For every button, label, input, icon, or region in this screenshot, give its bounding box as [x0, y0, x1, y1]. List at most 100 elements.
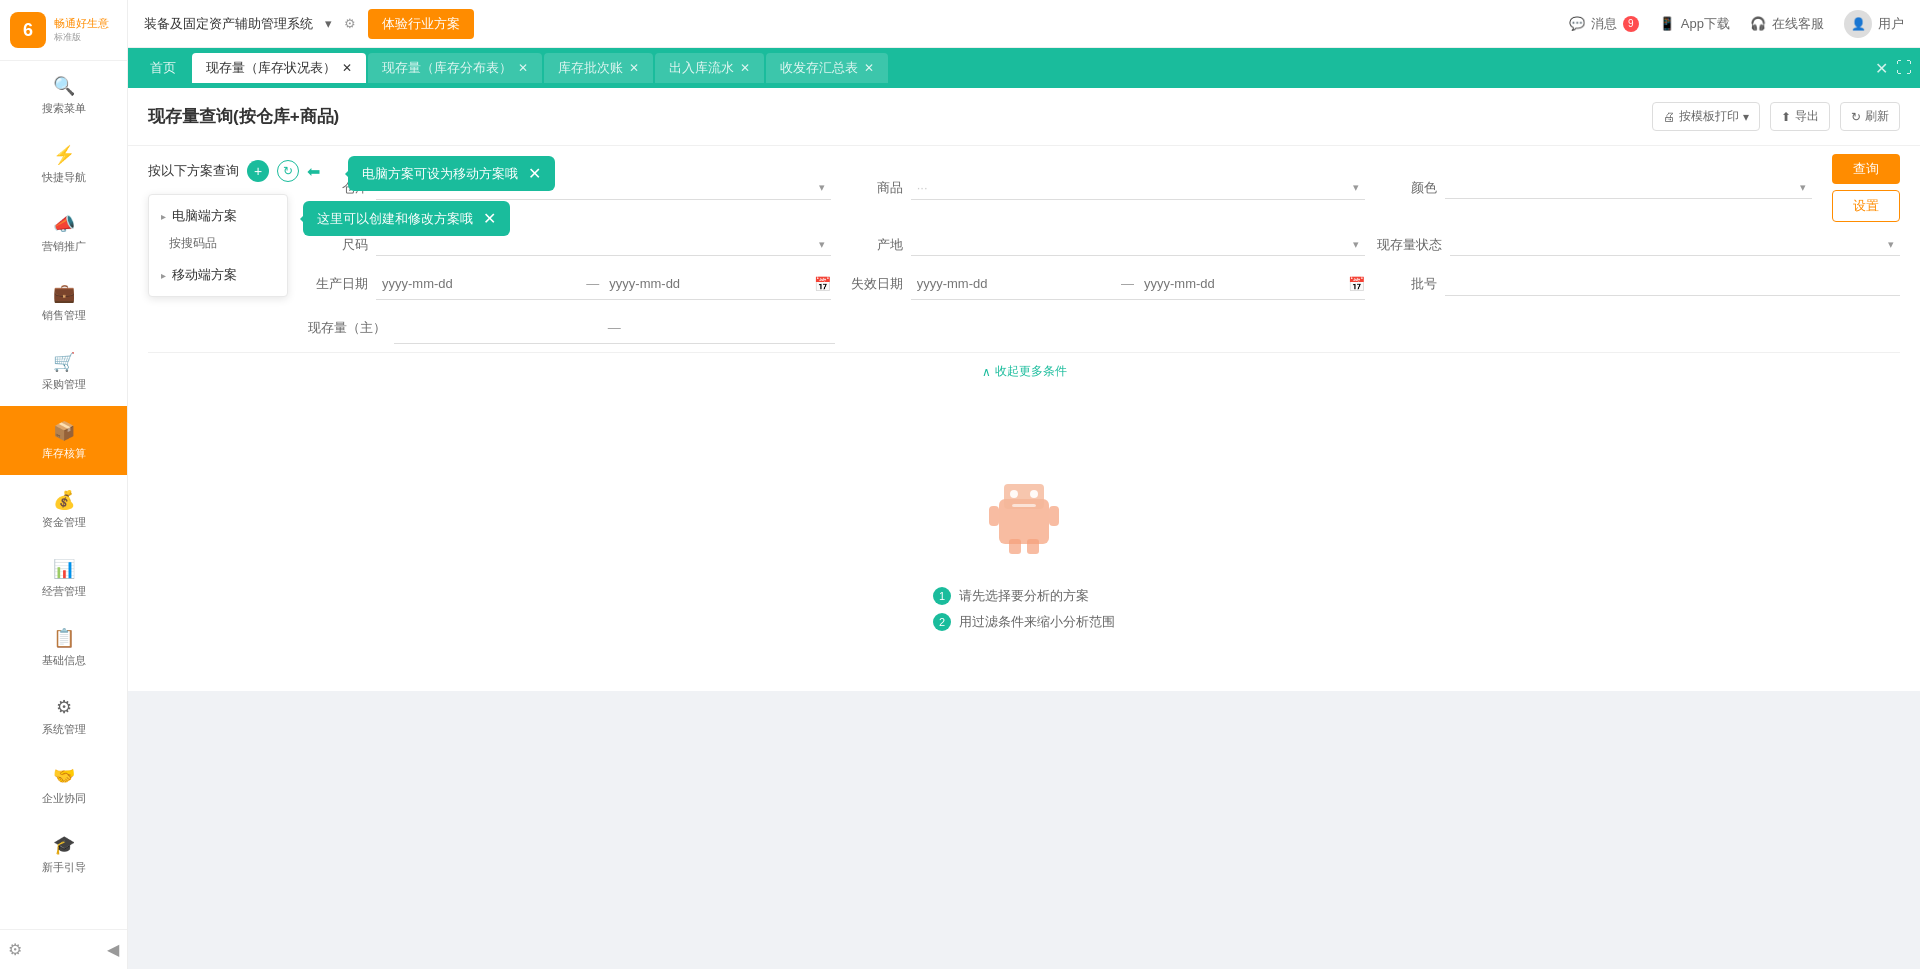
message-label: 消息	[1591, 15, 1617, 33]
nav-icon-0: 🔍	[53, 75, 75, 97]
batch-input[interactable]	[1445, 272, 1900, 296]
tip-text-1: 请先选择要分析的方案	[959, 587, 1089, 605]
nav-icon-5: 📦	[53, 420, 75, 442]
settings-icon[interactable]: ⚙	[8, 940, 22, 959]
export-button[interactable]: ⬆ 导出	[1770, 102, 1830, 131]
tab-inventory-distribution[interactable]: 现存量（库存分布表） ✕	[368, 53, 542, 83]
production-date-from[interactable]	[376, 272, 582, 295]
fullscreen-icon[interactable]: ⛶	[1896, 59, 1912, 77]
tab-close-icon[interactable]: ✕	[740, 62, 750, 74]
system-dropdown[interactable]: ▾	[325, 16, 332, 31]
stock-main-from[interactable]	[394, 316, 604, 339]
sidebar-item-11[interactable]: 🎓 新手引导	[0, 820, 127, 889]
nav-label-4: 采购管理	[42, 377, 86, 392]
scheme-arrow: ▸	[161, 211, 166, 222]
expiry-date-from[interactable]	[911, 272, 1117, 295]
sidebar-item-3[interactable]: 💼 销售管理	[0, 268, 127, 337]
tooltip-text: 电脑方案可设为移动方案哦	[362, 165, 518, 183]
nav-icon-10: 🤝	[53, 765, 75, 787]
nav-label-11: 新手引导	[42, 860, 86, 875]
production-date-to[interactable]	[603, 272, 809, 295]
page-actions: 🖨 按模板打印 ▾ ⬆ 导出 ↻ 刷新	[1652, 102, 1900, 131]
template-print-button[interactable]: 🖨 按模板打印 ▾	[1652, 102, 1760, 131]
nav-icon-4: 🛒	[53, 351, 75, 373]
tab-close-icon[interactable]: ✕	[342, 62, 352, 74]
filter-field-production-date: 生产日期 — 📅	[308, 268, 831, 300]
filter-label: 按以下方案查询	[148, 162, 239, 180]
sidebar-item-4[interactable]: 🛒 采购管理	[0, 337, 127, 406]
batch-label: 批号	[1377, 275, 1437, 293]
header-left: 装备及固定资产辅助管理系统 ▾ ⚙ 体验行业方案	[144, 9, 474, 39]
sidebar-item-10[interactable]: 🤝 企业协同	[0, 751, 127, 820]
scheme-pc-item[interactable]: 按搜码品	[149, 231, 287, 256]
nav-label-7: 经营管理	[42, 584, 86, 599]
sidebar-item-9[interactable]: ⚙ 系统管理	[0, 682, 127, 751]
experience-button[interactable]: 体验行业方案	[368, 9, 474, 39]
collapse-bar[interactable]: ∧ 收起更多条件	[148, 352, 1900, 390]
tab-close-icon[interactable]: ✕	[864, 62, 874, 74]
refresh-scheme-button[interactable]: ↻	[277, 160, 299, 182]
message-action[interactable]: 💬 消息 9	[1569, 15, 1639, 33]
nav-icon-7: 📊	[53, 558, 75, 580]
collapse-sidebar-icon[interactable]: ◀	[107, 940, 119, 959]
message-icon: 💬	[1569, 16, 1585, 31]
filter-field-expiry-date: 失效日期 — 📅	[843, 268, 1366, 300]
nav-label-2: 营销推广	[42, 239, 86, 254]
production-date-calendar-icon[interactable]: 📅	[814, 276, 831, 292]
svg-rect-7	[1009, 539, 1021, 554]
query-button[interactable]: 查询	[1832, 154, 1900, 184]
tab-batch-account[interactable]: 库存批次账 ✕	[544, 53, 653, 83]
tab-home[interactable]: 首页	[136, 53, 190, 83]
sidebar-item-2[interactable]: 📣 营销推广	[0, 199, 127, 268]
size-select[interactable]: ▾	[376, 234, 831, 256]
tab-summary[interactable]: 收发存汇总表 ✕	[766, 53, 888, 83]
sidebar-item-1[interactable]: ⚡ 快捷导航	[0, 130, 127, 199]
sidebar-item-8[interactable]: 📋 基础信息	[0, 613, 127, 682]
add-scheme-button[interactable]: +	[247, 160, 269, 182]
color-select[interactable]: ▾	[1445, 177, 1812, 199]
refresh-icon: ↻	[1851, 110, 1861, 124]
settings-icon-header[interactable]: ⚙	[344, 16, 356, 31]
nav-label-6: 资金管理	[42, 515, 86, 530]
sidebar-item-6[interactable]: 💰 资金管理	[0, 475, 127, 544]
empty-tip-2: 2 用过滤条件来缩小分析范围	[933, 613, 1115, 631]
tab-close-icon[interactable]: ✕	[629, 62, 639, 74]
refresh-button[interactable]: ↻ 刷新	[1840, 102, 1900, 131]
tab-label: 收发存汇总表	[780, 59, 858, 77]
origin-select[interactable]: ▾	[911, 234, 1366, 256]
refresh-label: 刷新	[1865, 108, 1889, 125]
tabs-bar: 首页 现存量（库存状况表） ✕ 现存量（库存分布表） ✕ 库存批次账 ✕ 出入库…	[128, 48, 1920, 88]
tooltip-close-button[interactable]: ✕	[528, 164, 541, 183]
scheme-list: ▸ 电脑端方案 按搜码品 ▸ 移动端方案	[148, 194, 288, 297]
scheme-pc-label: 电脑端方案	[172, 207, 237, 225]
sidebar-item-5[interactable]: 📦 库存核算	[0, 406, 127, 475]
tabs-right-actions: ✕ ⛶	[1875, 59, 1912, 78]
online-support-action[interactable]: 🎧 在线客服	[1750, 15, 1824, 33]
collapse-icon: ∧	[982, 365, 991, 379]
product-select[interactable]: ··· ▾	[911, 176, 1366, 200]
empty-tip-1: 1 请先选择要分析的方案	[933, 587, 1115, 605]
template-print-label: 按模板打印	[1679, 108, 1739, 125]
app-download-action[interactable]: 📱 App下载	[1659, 15, 1730, 33]
expiry-date-calendar-icon[interactable]: 📅	[1348, 276, 1365, 292]
nav-icon-6: 💰	[53, 489, 75, 511]
svg-point-2	[1010, 490, 1018, 498]
export-label: 导出	[1795, 108, 1819, 125]
tab-close-icon[interactable]: ✕	[518, 62, 528, 74]
stock-main-to[interactable]	[625, 316, 835, 339]
tooltip2-close-button[interactable]: ✕	[483, 209, 496, 228]
sidebar-item-7[interactable]: 📊 经营管理	[0, 544, 127, 613]
app-download-label: App下载	[1681, 15, 1730, 33]
tab-inout-flow[interactable]: 出入库流水 ✕	[655, 53, 764, 83]
filter-row-4: 现存量（主） —	[308, 312, 1900, 344]
tab-inventory-status[interactable]: 现存量（库存状况表） ✕	[192, 53, 366, 83]
tooltip2-text: 这里可以创建和修改方案哦	[317, 210, 473, 228]
expiry-date-to[interactable]	[1138, 272, 1344, 295]
stock-status-select[interactable]: ▾	[1450, 234, 1900, 256]
sidebar-item-0[interactable]: 🔍 搜索菜单	[0, 61, 127, 130]
set-button[interactable]: 设置	[1832, 190, 1900, 222]
user-action[interactable]: 👤 用户	[1844, 10, 1904, 38]
close-all-tabs-icon[interactable]: ✕	[1875, 59, 1888, 78]
empty-illustration	[974, 464, 1074, 567]
top-header: 装备及固定资产辅助管理系统 ▾ ⚙ 体验行业方案 💬 消息 9 📱 App下载	[128, 0, 1920, 48]
